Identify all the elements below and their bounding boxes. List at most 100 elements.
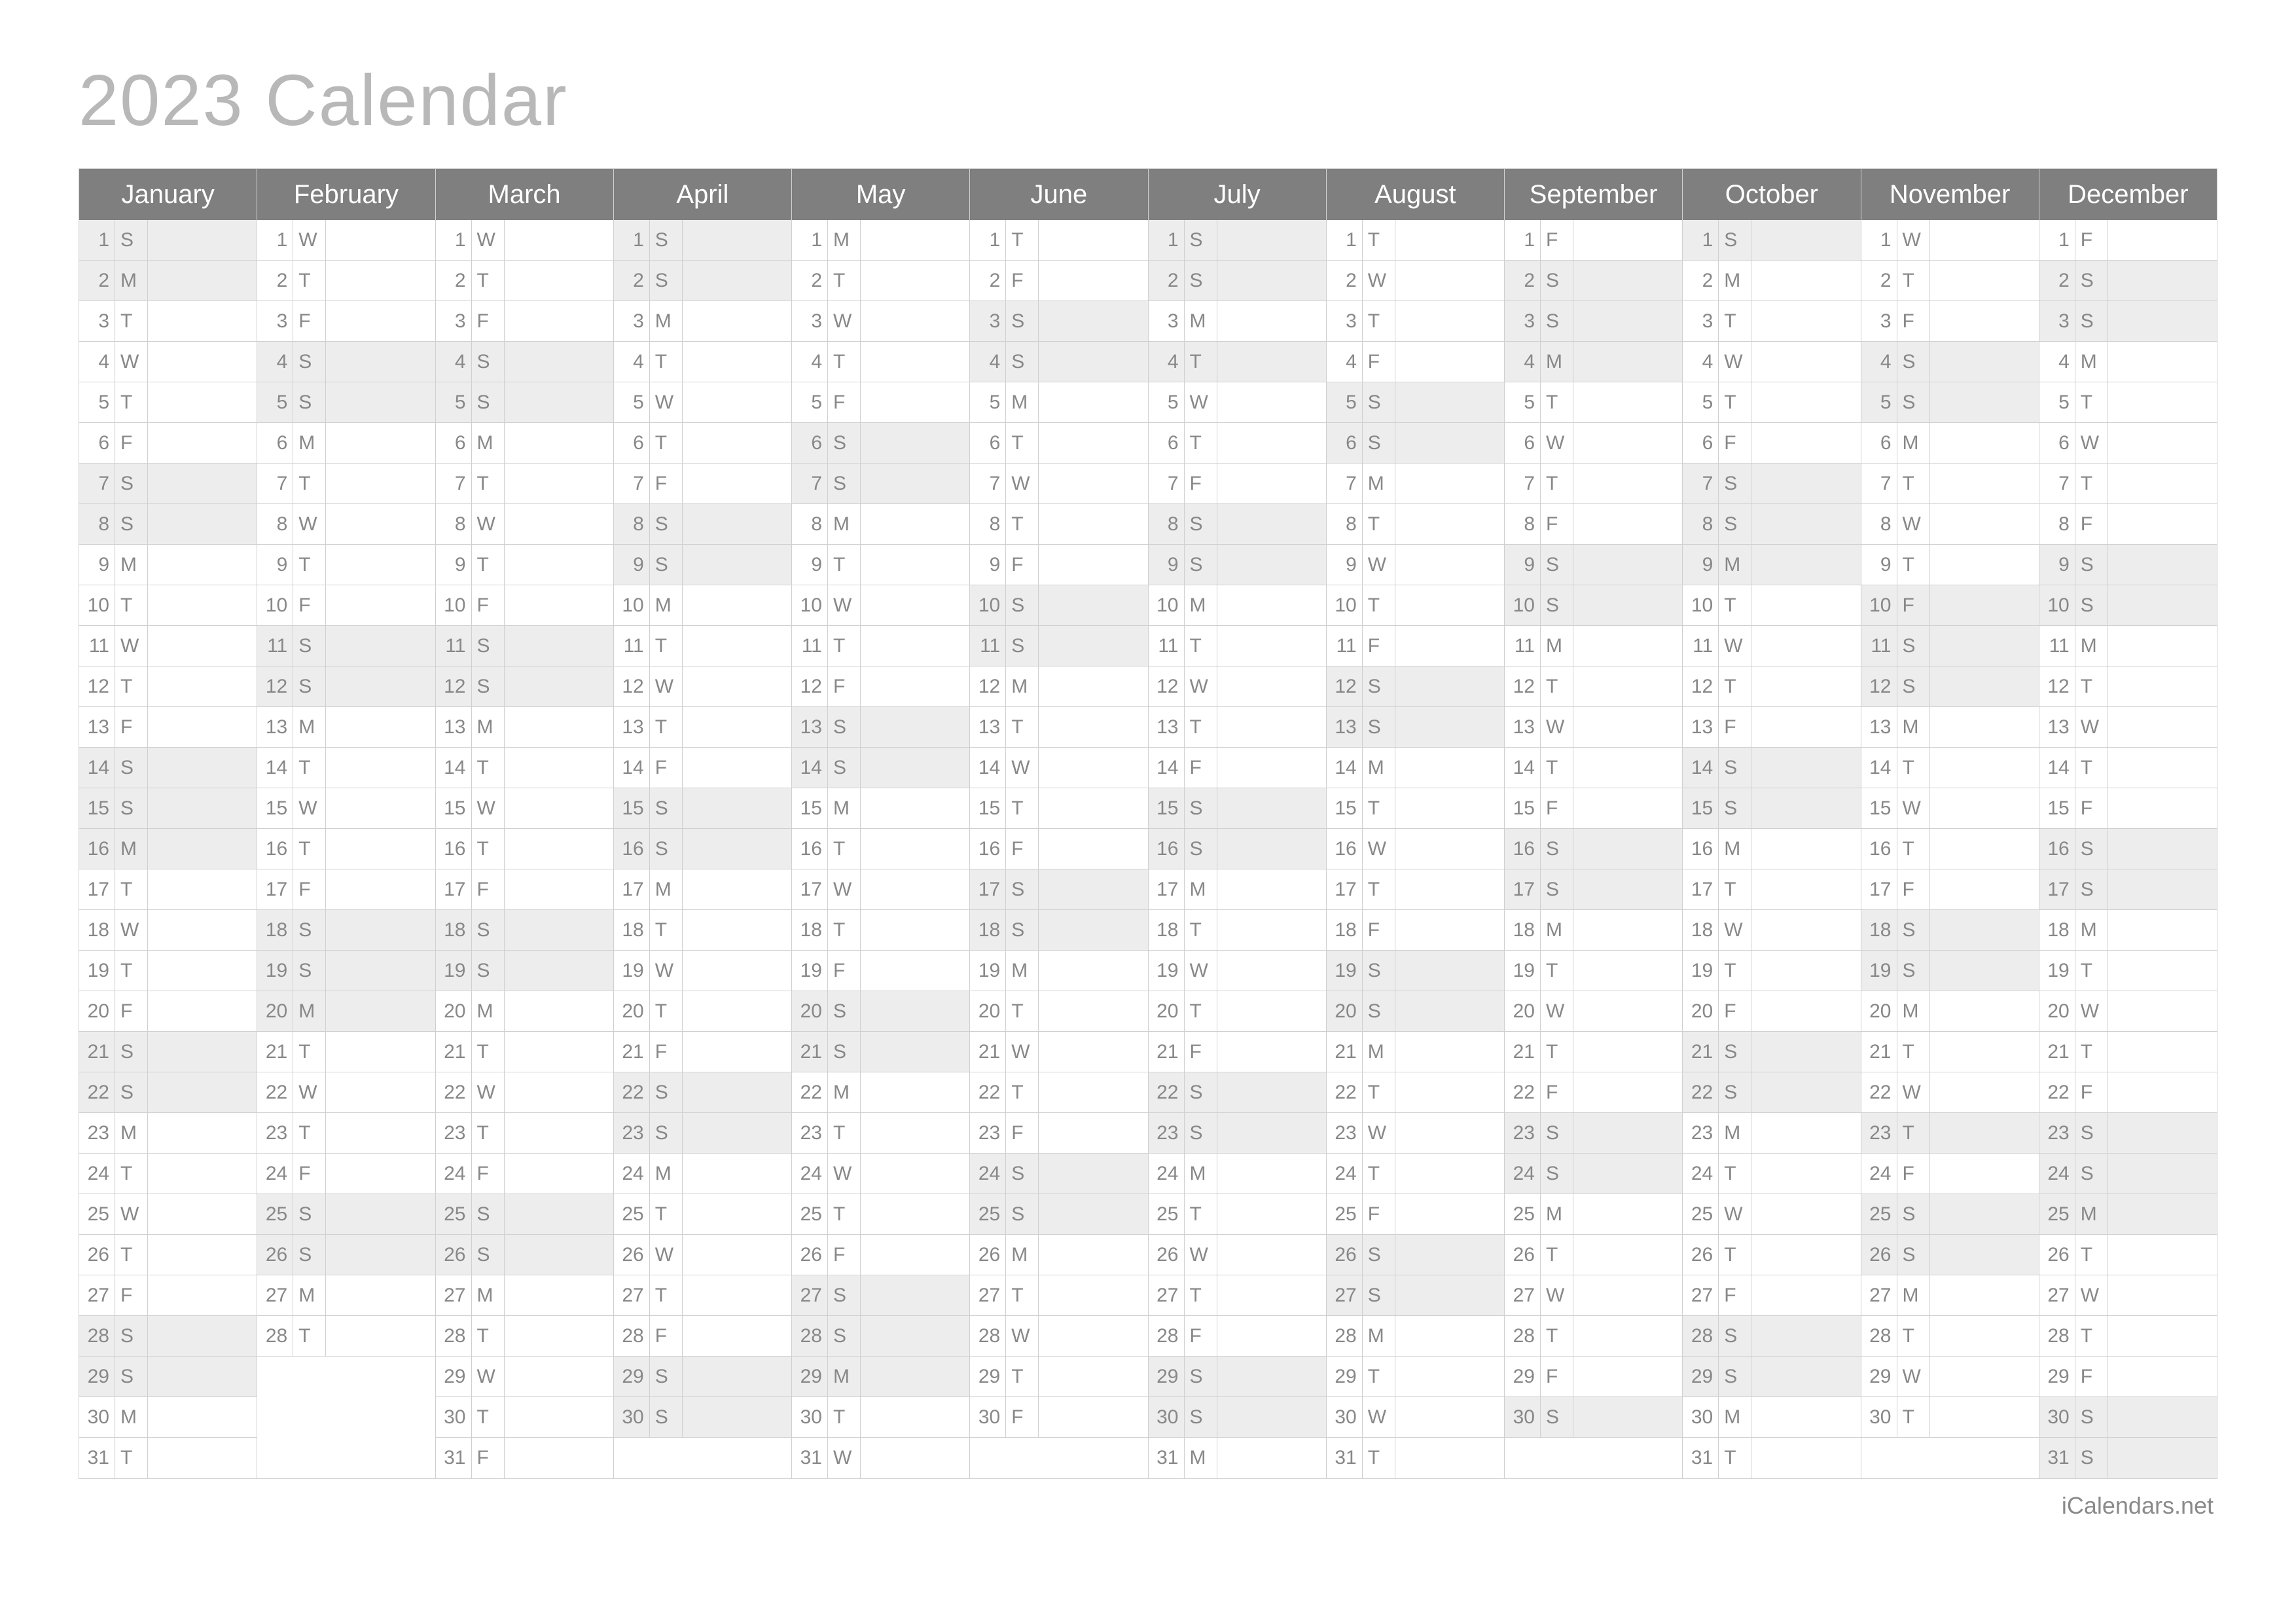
- day-note: [1217, 220, 1326, 260]
- day-of-week: F: [1006, 1397, 1039, 1437]
- page-title: 2023 Calendar: [79, 59, 2217, 142]
- day-cell: 26W: [1149, 1235, 1326, 1275]
- day-cell: 16T: [1861, 829, 2039, 869]
- day-number: 29: [1861, 1357, 1897, 1396]
- day-note: [1039, 1154, 1147, 1194]
- day-number: 11: [436, 626, 472, 666]
- day-cell: 14S: [792, 748, 969, 788]
- day-note: [326, 951, 435, 991]
- day-of-week: M: [1719, 829, 1751, 869]
- day-note: [2108, 869, 2217, 909]
- day-cell: 21W: [970, 1032, 1147, 1072]
- day-cell: 3S: [1505, 301, 1682, 342]
- day-note: [326, 342, 435, 382]
- day-cell: 29T: [1327, 1357, 1504, 1397]
- day-number: 29: [79, 1357, 115, 1396]
- day-number: 27: [792, 1275, 828, 1315]
- day-number: 1: [1149, 220, 1185, 260]
- day-number: 4: [1149, 342, 1185, 382]
- day-number: 8: [79, 504, 115, 544]
- day-cell: 8S: [1683, 504, 1860, 545]
- day-cell: 16T: [257, 829, 435, 869]
- day-note: [1751, 1316, 1860, 1356]
- month-header: March: [436, 169, 613, 220]
- day-cell: 9W: [1327, 545, 1504, 585]
- day-number: 5: [1327, 382, 1363, 422]
- day-cell: 8W: [257, 504, 435, 545]
- day-cell: 10F: [1861, 585, 2039, 626]
- day-of-week: S: [2075, 301, 2108, 341]
- day-number: 5: [1683, 382, 1719, 422]
- day-note: [1395, 626, 1504, 666]
- day-note: [1930, 464, 2039, 503]
- day-number: 21: [2039, 1032, 2075, 1072]
- day-number: 3: [257, 301, 293, 341]
- day-note: [2108, 1194, 2217, 1234]
- day-cell: 24S: [970, 1154, 1147, 1194]
- day-of-week: F: [1541, 220, 1573, 260]
- day-number: 22: [1683, 1072, 1719, 1112]
- day-number: 2: [2039, 261, 2075, 301]
- day-cell: 13W: [2039, 707, 2217, 748]
- day-note: [1395, 261, 1504, 301]
- day-number: 18: [436, 910, 472, 950]
- day-note: [1217, 829, 1326, 869]
- day-note: [1217, 869, 1326, 909]
- day-cell: 30T: [436, 1397, 613, 1438]
- day-cell: 22M: [792, 1072, 969, 1113]
- day-of-week: T: [1719, 666, 1751, 706]
- day-of-week: S: [1541, 1397, 1573, 1437]
- day-number: 28: [257, 1316, 293, 1356]
- day-cell: 4W: [79, 342, 257, 382]
- day-note: [861, 545, 969, 585]
- day-note: [505, 1194, 613, 1234]
- day-number: 16: [792, 829, 828, 869]
- day-of-week: M: [293, 1275, 326, 1315]
- day-number: 10: [1327, 585, 1363, 625]
- day-number: 4: [1327, 342, 1363, 382]
- day-of-week: M: [650, 301, 683, 341]
- day-of-week: F: [1006, 545, 1039, 585]
- month-column: August1T2W3T4F5S6S7M8T9W10T11F12S13S14M1…: [1327, 169, 1505, 1478]
- day-cell: 24F: [436, 1154, 613, 1194]
- day-number: 2: [79, 261, 115, 301]
- day-number: 21: [257, 1032, 293, 1072]
- day-cell: 1T: [1327, 220, 1504, 261]
- day-cell: 12T: [1683, 666, 1860, 707]
- day-cell: 26S: [436, 1235, 613, 1275]
- day-note: [148, 910, 257, 950]
- day-number: 11: [1505, 626, 1541, 666]
- day-note: [683, 261, 791, 301]
- day-note: [1751, 1235, 1860, 1275]
- day-cell: 29S: [1683, 1357, 1860, 1397]
- day-cell-empty: [257, 1438, 435, 1478]
- day-cell: 11M: [2039, 626, 2217, 666]
- day-note: [148, 707, 257, 747]
- day-note: [1573, 1032, 1682, 1072]
- day-number: 19: [614, 951, 650, 991]
- day-number: 17: [1861, 869, 1897, 909]
- day-note: [1930, 869, 2039, 909]
- day-number: 20: [1149, 991, 1185, 1031]
- day-number: 13: [257, 707, 293, 747]
- day-of-week: F: [115, 1275, 148, 1315]
- day-note: [505, 464, 613, 503]
- day-note: [861, 504, 969, 544]
- day-of-week: F: [1897, 869, 1930, 909]
- day-number: 2: [614, 261, 650, 301]
- day-number: 25: [257, 1194, 293, 1234]
- day-number: 5: [970, 382, 1006, 422]
- day-number: 6: [257, 423, 293, 463]
- day-cell: 18W: [79, 910, 257, 951]
- day-cell: 6W: [1505, 423, 1682, 464]
- day-number: 6: [792, 423, 828, 463]
- day-of-week: W: [2075, 991, 2108, 1031]
- day-cell: 5S: [1327, 382, 1504, 423]
- day-cell: 23F: [970, 1113, 1147, 1154]
- day-note: [2108, 504, 2217, 544]
- day-note: [1395, 1113, 1504, 1153]
- day-of-week: S: [1719, 1072, 1751, 1112]
- day-cell: 5F: [792, 382, 969, 423]
- day-cell: 2W: [1327, 261, 1504, 301]
- day-number: 27: [436, 1275, 472, 1315]
